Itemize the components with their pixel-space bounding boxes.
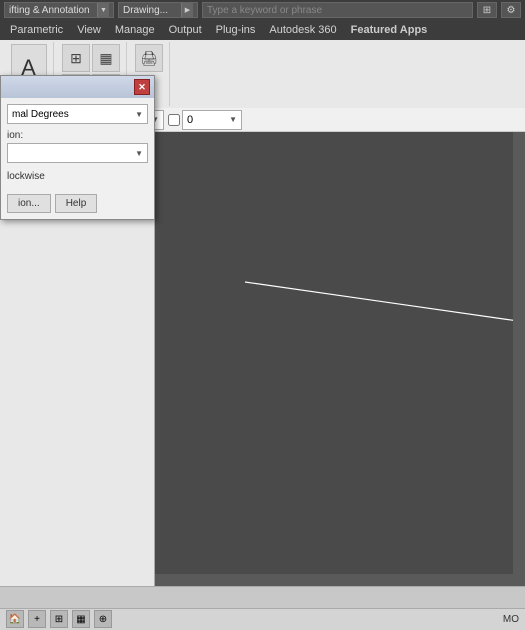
ok-button[interactable]: ion... — [7, 194, 51, 213]
close-icon: ✕ — [138, 82, 146, 93]
menu-output[interactable]: Output — [163, 22, 208, 38]
help-button[interactable]: Help — [55, 194, 98, 213]
layer-num: 0 — [187, 114, 193, 126]
status-text: MO — [503, 614, 519, 625]
layer-num-arrow: ▼ — [229, 115, 237, 124]
settings-button[interactable]: ⚙ — [501, 2, 521, 18]
search-icon: ⊞ — [483, 5, 491, 16]
direction-select[interactable]: ▼ — [7, 143, 148, 163]
chevron-right-icon: ▶ — [185, 6, 190, 14]
option-text: lockwise — [7, 169, 148, 184]
type-row: mal Degrees ▼ — [7, 104, 148, 124]
workspace-label: ifting & Annotation — [9, 5, 95, 16]
dialog-box: ✕ mal Degrees ▼ ion: ▼ lockwise ion... H… — [0, 75, 155, 220]
toolbar-row: ifting & Annotation ▼ Drawing... ▶ Type … — [0, 0, 525, 20]
search-placeholder: Type a keyword or phrase — [207, 5, 322, 16]
menu-parametric[interactable]: Parametric — [4, 22, 69, 38]
chevron-down-icon: ▼ — [100, 7, 107, 14]
workspace-arrow[interactable]: ▼ — [97, 3, 109, 17]
menu-manage[interactable]: Manage — [109, 22, 161, 38]
horizontal-scrollbar[interactable] — [155, 574, 513, 586]
drawing-area — [155, 132, 525, 586]
type-arrow: ▼ — [135, 110, 143, 119]
dialog-buttons: ion... Help — [1, 190, 154, 219]
direction-row: ion: ▼ — [7, 130, 148, 163]
dialog-body: mal Degrees ▼ ion: ▼ lockwise — [1, 98, 154, 190]
direction-arrow: ▼ — [135, 149, 143, 158]
status-bar: 🏠 + ⊞ ▦ ⊕ MO — [0, 586, 525, 630]
search-button[interactable]: ⊞ — [477, 2, 497, 18]
type-value: mal Degrees — [12, 109, 69, 120]
status-icon-home[interactable]: 🏠 — [6, 610, 24, 628]
menu-autodesk360[interactable]: Autodesk 360 — [263, 22, 342, 38]
status-icon-table[interactable]: ▦ — [72, 610, 90, 628]
print-icon[interactable]: 🖨 — [135, 44, 163, 72]
drawing-canvas — [155, 132, 525, 586]
status-icon-add[interactable]: + — [28, 610, 46, 628]
menu-bar: Parametric View Manage Output Plug-ins A… — [0, 20, 525, 40]
drawing-arrow[interactable]: ▶ — [181, 3, 193, 17]
vertical-scrollbar[interactable] — [513, 132, 525, 586]
drawing-combo[interactable]: Drawing... ▶ — [118, 2, 198, 18]
status-icon-crosshair[interactable]: ⊕ — [94, 610, 112, 628]
menu-plugins[interactable]: Plug-ins — [210, 22, 262, 38]
dialog-titlebar: ✕ — [1, 76, 154, 98]
search-box[interactable]: Type a keyword or phrase — [202, 2, 473, 18]
menu-view[interactable]: View — [71, 22, 107, 38]
layer-num-box: 0 ▼ — [182, 110, 242, 130]
dialog-close-button[interactable]: ✕ — [134, 79, 150, 95]
type-select[interactable]: mal Degrees ▼ — [7, 104, 148, 124]
insert-icon-1[interactable]: ⊞ — [62, 44, 90, 72]
status-bar-top — [0, 587, 525, 609]
layer-checkbox[interactable] — [168, 114, 180, 126]
insert-icon-2[interactable]: ▦ — [92, 44, 120, 72]
status-bar-bottom: 🏠 + ⊞ ▦ ⊕ MO — [0, 609, 525, 630]
direction-label: ion: — [7, 130, 148, 141]
insert-icons: ⊞ ▦ — [62, 44, 120, 72]
workspace-combo[interactable]: ifting & Annotation ▼ — [4, 2, 114, 18]
menu-featured-apps[interactable]: Featured Apps — [345, 22, 434, 38]
drawing-label: Drawing... — [123, 5, 179, 16]
status-icon-grid[interactable]: ⊞ — [50, 610, 68, 628]
gear-icon: ⚙ — [507, 5, 516, 16]
